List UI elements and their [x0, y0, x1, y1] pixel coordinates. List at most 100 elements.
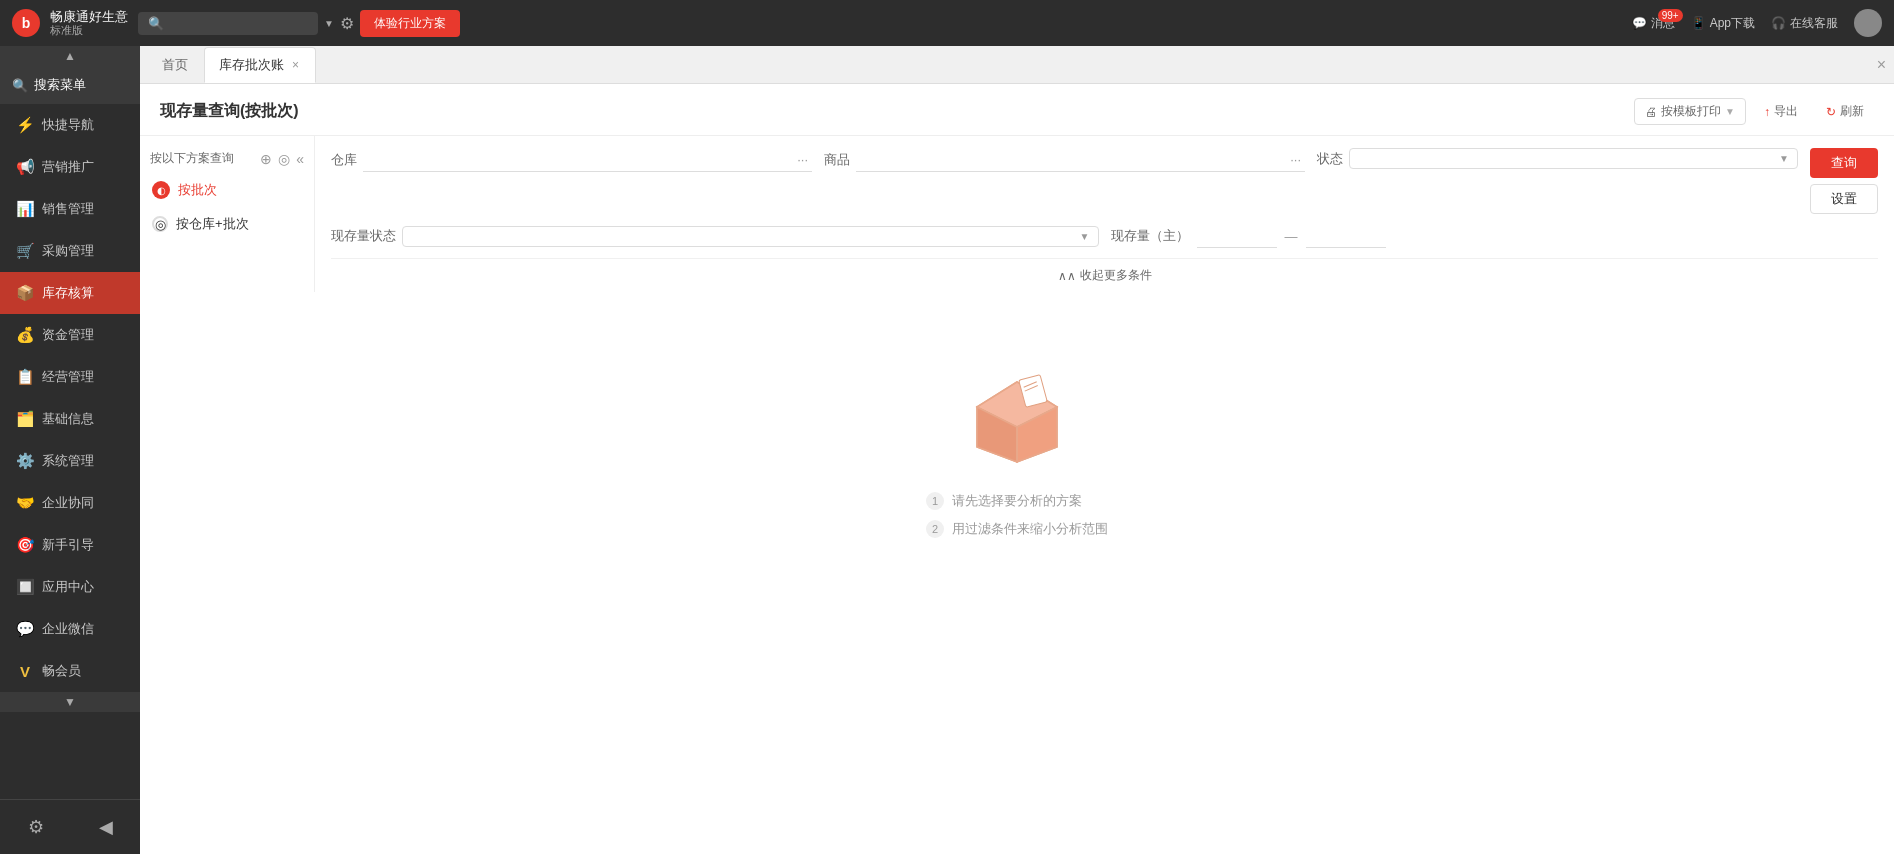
sidebar-item-app-center[interactable]: 🔲 应用中心: [0, 566, 140, 608]
main-layout: ▲ 🔍 搜索菜单 ⚡ 快捷导航 📢 营销推广 📊 销售管理 🛒 采购管理 📦 库…: [0, 46, 1894, 854]
system-icon: ⚙️: [16, 452, 34, 470]
trial-button[interactable]: 体验行业方案: [360, 10, 460, 37]
scheme-radio-icon: ◎: [152, 216, 168, 232]
search-dropdown-arrow[interactable]: ▼: [324, 18, 334, 29]
sidebar-item-label: 资金管理: [42, 326, 94, 344]
sidebar-item-label: 库存核算: [42, 284, 94, 302]
tab-close-icon[interactable]: ×: [290, 58, 301, 72]
empty-illustration: [957, 372, 1077, 472]
sidebar-item-system[interactable]: ⚙️ 系统管理: [0, 440, 140, 482]
tip-1-text: 请先选择要分析的方案: [952, 492, 1082, 510]
collapse-arrow-icon: ∧∧: [1058, 269, 1076, 283]
add-scheme-icon[interactable]: ⊕: [260, 151, 272, 167]
page-title: 现存量查询(按批次): [160, 101, 299, 122]
scheme-settings-icon[interactable]: ◎: [278, 151, 290, 167]
sidebar-item-finance[interactable]: 💰 资金管理: [0, 314, 140, 356]
headset-icon: 🎧: [1771, 16, 1786, 30]
status-field: 状态 ▼: [1317, 148, 1798, 169]
edition-label: 标准版: [50, 24, 128, 37]
filter-scheme-panel: 按以下方案查询 ⊕ ◎ « ◐ 按批次 ◎ 按仓库+批次: [140, 136, 315, 292]
app-center-icon: 🔲: [16, 578, 34, 596]
sidebar-item-inventory[interactable]: 📦 库存核算: [0, 272, 140, 314]
status-label: 状态: [1317, 150, 1343, 168]
content-area: 首页 库存批次账 × × 现存量查询(按批次) 🖨 按模板打印 ▼: [140, 46, 1894, 854]
product-input[interactable]: [860, 152, 1290, 167]
scheme-panel-header: 按以下方案查询 ⊕ ◎ «: [140, 144, 314, 173]
sidebar-item-quick-nav[interactable]: ⚡ 快捷导航: [0, 104, 140, 146]
finance-icon: 💰: [16, 326, 34, 344]
sidebar-item-enterprise[interactable]: 🤝 企业协同: [0, 482, 140, 524]
app-download-item[interactable]: 📱 App下载: [1691, 15, 1755, 32]
search-box[interactable]: 🔍: [138, 12, 318, 35]
tab-home-label: 首页: [162, 56, 188, 74]
tab-batch-account[interactable]: 库存批次账 ×: [204, 47, 316, 83]
scheme-icons: ⊕ ◎ «: [260, 151, 304, 167]
marketing-icon: 📢: [16, 158, 34, 176]
sidebar-item-label: 企业微信: [42, 620, 94, 638]
sidebar-item-member[interactable]: V 畅会员: [0, 650, 140, 692]
sidebar-gear-button[interactable]: ⚙: [22, 810, 50, 844]
messages-item[interactable]: 💬 消息 99+: [1632, 15, 1675, 32]
warehouse-field: 仓库 ···: [331, 148, 812, 172]
empty-tip-1: 1 请先选择要分析的方案: [926, 492, 1108, 510]
sidebar-item-purchase[interactable]: 🛒 采购管理: [0, 230, 140, 272]
tip-2-num: 2: [926, 520, 944, 538]
member-icon: V: [16, 662, 34, 680]
sidebar-collapse-button[interactable]: ◀: [93, 810, 119, 844]
scheme-collapse-icon[interactable]: «: [296, 151, 304, 167]
quantity-separator: —: [1285, 229, 1298, 244]
scheme-item-by-warehouse-batch[interactable]: ◎ 按仓库+批次: [140, 207, 314, 241]
settings-icon[interactable]: ⚙: [340, 14, 354, 33]
avatar[interactable]: [1854, 9, 1882, 37]
printer-icon: 🖨: [1645, 105, 1657, 119]
inventory-status-label: 现存量状态: [331, 227, 396, 245]
topbar-right: 💬 消息 99+ 📱 App下载 🎧 在线客服: [1632, 9, 1882, 37]
sidebar-item-label: 营销推广: [42, 158, 94, 176]
tab-batch-account-label: 库存批次账: [219, 56, 284, 74]
topbar: b 畅康通好生意 标准版 🔍 ▼ ⚙ 体验行业方案 💬 消息 99+ 📱 App…: [0, 0, 1894, 46]
inventory-status-field: 现存量状态 ▼: [331, 226, 1099, 247]
page-content: 现存量查询(按批次) 🖨 按模板打印 ▼ ↑ 导出 ↻ 刷新: [140, 84, 1894, 854]
settings-button[interactable]: 设置: [1810, 184, 1878, 214]
refresh-button[interactable]: ↻ 刷新: [1816, 99, 1874, 124]
sidebar-scroll-down[interactable]: ▼: [0, 692, 140, 712]
sidebar-item-operations[interactable]: 📋 经营管理: [0, 356, 140, 398]
warehouse-more-icon[interactable]: ···: [797, 152, 808, 167]
status-select[interactable]: ▼: [1349, 148, 1798, 169]
filter-area: 按以下方案查询 ⊕ ◎ « ◐ 按批次 ◎ 按仓库+批次: [140, 136, 1894, 292]
product-input-wrapper: ···: [856, 148, 1305, 172]
product-label: 商品: [824, 151, 850, 169]
empty-state: 1 请先选择要分析的方案 2 用过滤条件来缩小分析范围: [140, 292, 1894, 618]
tab-close-all-button[interactable]: ×: [1877, 56, 1886, 74]
quantity-from-input[interactable]: [1197, 224, 1277, 248]
sidebar-item-label: 畅会员: [42, 662, 81, 680]
quick-nav-icon: ⚡: [16, 116, 34, 134]
collapse-more-button[interactable]: ∧∧ 收起更多条件: [331, 258, 1878, 292]
sidebar-scroll-up[interactable]: ▲: [0, 46, 140, 66]
product-more-icon[interactable]: ···: [1290, 152, 1301, 167]
inventory-quantity-label: 现存量（主）: [1111, 227, 1189, 245]
scheme-panel-title: 按以下方案查询: [150, 150, 234, 167]
scheme-active-icon: ◐: [152, 181, 170, 199]
sidebar-item-basics[interactable]: 🗂️ 基础信息: [0, 398, 140, 440]
purchase-icon: 🛒: [16, 242, 34, 260]
sidebar-item-sales[interactable]: 📊 销售管理: [0, 188, 140, 230]
sidebar-item-label: 系统管理: [42, 452, 94, 470]
quantity-to-input[interactable]: [1306, 224, 1386, 248]
sidebar-item-newbie[interactable]: 🎯 新手引导: [0, 524, 140, 566]
scheme-item-by-batch[interactable]: ◐ 按批次: [140, 173, 314, 207]
sidebar-item-enterprise-wechat[interactable]: 💬 企业微信: [0, 608, 140, 650]
tab-bar: 首页 库存批次账 × ×: [140, 46, 1894, 84]
online-service-item[interactable]: 🎧 在线客服: [1771, 15, 1838, 32]
tab-home[interactable]: 首页: [148, 48, 202, 82]
inventory-quantity-field: 现存量（主） —: [1111, 224, 1879, 248]
export-button[interactable]: ↑ 导出: [1754, 99, 1808, 124]
warehouse-input[interactable]: [367, 152, 797, 167]
template-print-button[interactable]: 🖨 按模板打印 ▼: [1634, 98, 1746, 125]
inventory-status-select[interactable]: ▼: [402, 226, 1099, 247]
refresh-icon: ↻: [1826, 105, 1836, 119]
template-print-arrow[interactable]: ▼: [1725, 106, 1735, 117]
sidebar-search[interactable]: 🔍 搜索菜单: [0, 66, 140, 104]
sidebar-item-marketing[interactable]: 📢 营销推广: [0, 146, 140, 188]
query-button[interactable]: 查询: [1810, 148, 1878, 178]
